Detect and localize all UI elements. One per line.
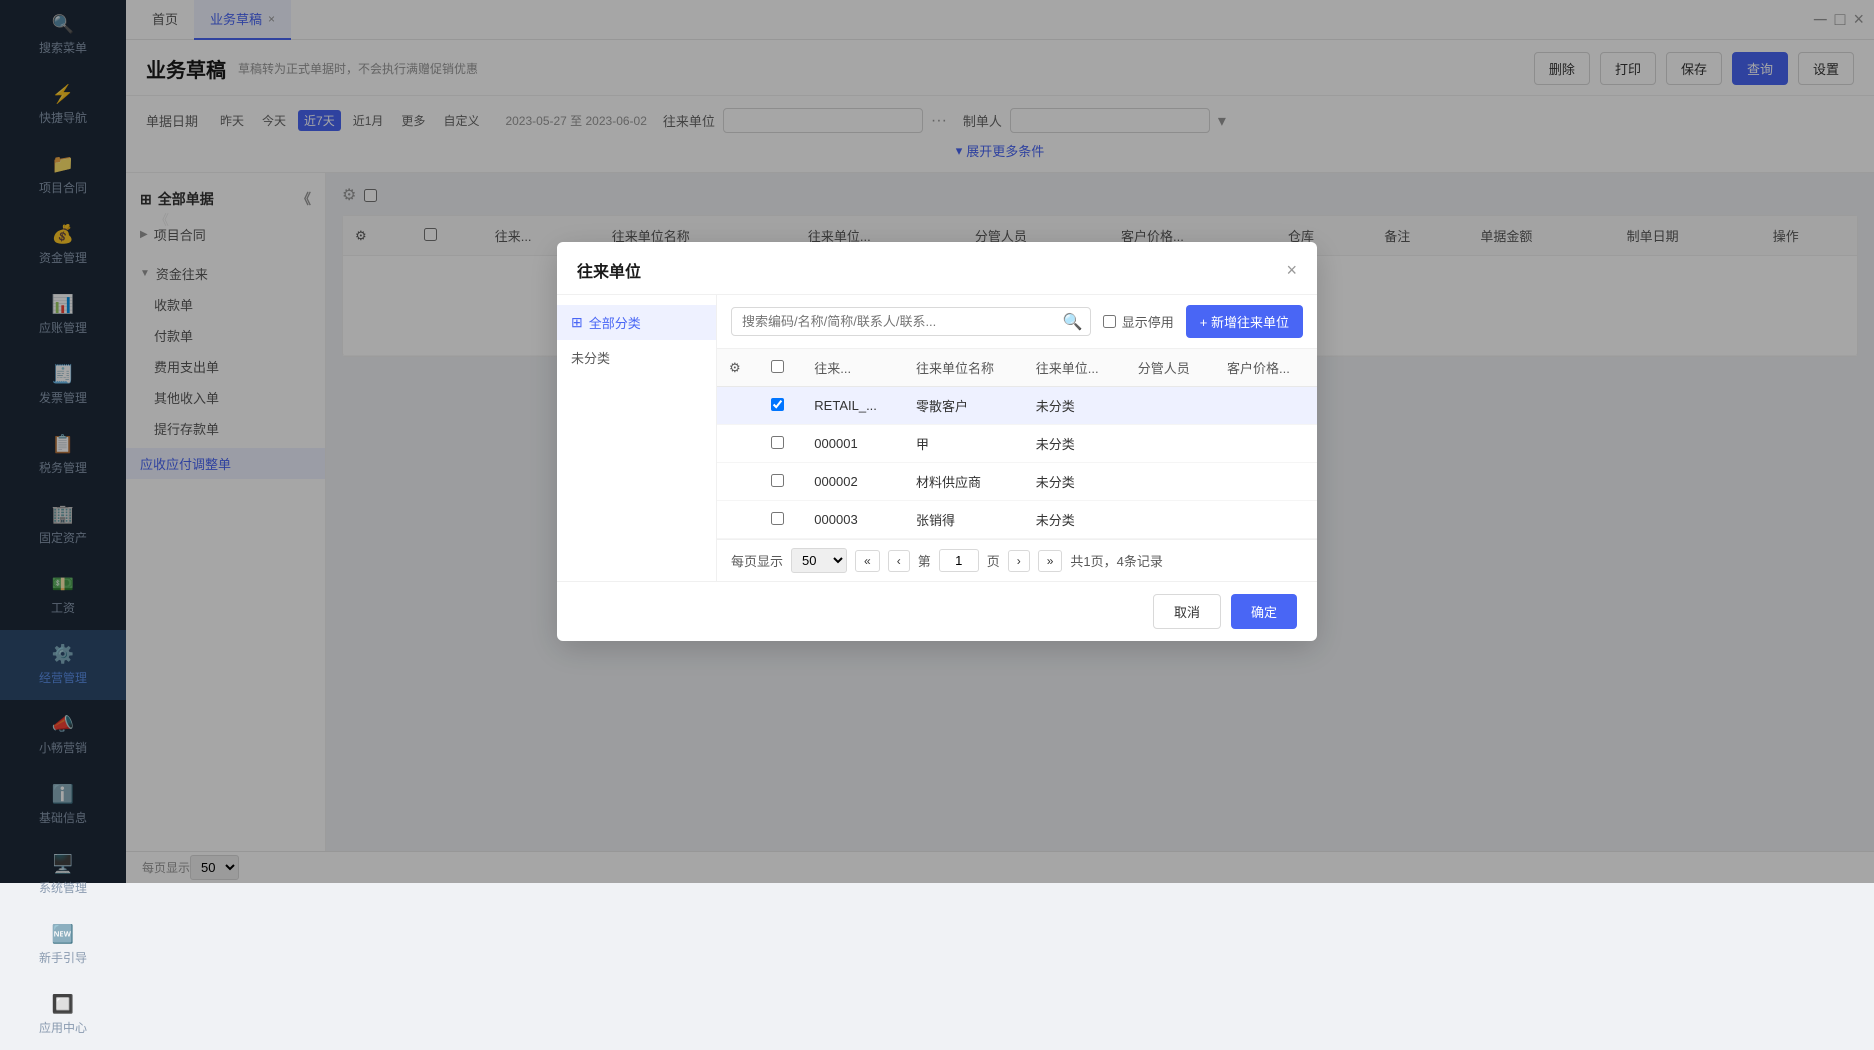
modal-footer-bar: 每页显示 50 100 « ‹ 第 页 › » 共1页，4条记录: [717, 539, 1317, 581]
modal-overlay[interactable]: 往来单位 × ⊞ 全部分类 未分类 《: [0, 0, 1874, 883]
row-name: 甲: [904, 425, 1024, 463]
row-settings: [717, 501, 759, 539]
modal-col-code: 往来...: [802, 349, 904, 387]
page-size-label: 每页显示: [731, 551, 783, 570]
table-row[interactable]: RETAIL_... 零散客户 未分类: [717, 387, 1317, 425]
search-icon[interactable]: 🔍: [1063, 312, 1083, 332]
row-select-checkbox[interactable]: [771, 436, 784, 449]
modal-header: 往来单位 ×: [557, 242, 1317, 295]
sidebar-item-new-guide[interactable]: 🆕 新手引导: [0, 910, 126, 980]
modal-col-checkbox: [759, 349, 802, 387]
modal-col-manager: 分管人员: [1126, 349, 1215, 387]
all-category-label: 全部分类: [589, 313, 641, 332]
sidebar-item-label: 新手引导: [39, 949, 87, 966]
modal-table-wrap: ⚙ 往来... 往来单位名称 往来单位... 分管人员 客户价格...: [717, 349, 1317, 539]
modal-right-panel: 🔍 显示停用 + 新增往来单位 ⚙: [717, 295, 1317, 581]
row-manager: [1126, 463, 1215, 501]
row-settings: [717, 387, 759, 425]
row-select-checkbox[interactable]: [771, 512, 784, 525]
show-disabled-label[interactable]: 显示停用: [1103, 312, 1174, 331]
row-price: [1215, 501, 1317, 539]
modal-col-price: 客户价格...: [1215, 349, 1317, 387]
total-info: 共1页，4条记录: [1070, 551, 1162, 570]
first-page-button[interactable]: «: [855, 550, 880, 572]
table-row[interactable]: 000002 材料供应商 未分类: [717, 463, 1317, 501]
modal-col-category: 往来单位...: [1024, 349, 1126, 387]
row-manager: [1126, 425, 1215, 463]
row-code: RETAIL_...: [802, 387, 904, 425]
row-code: 000001: [802, 425, 904, 463]
last-page-button[interactable]: »: [1038, 550, 1063, 572]
cancel-button[interactable]: 取消: [1153, 594, 1221, 629]
table-row[interactable]: 000001 甲 未分类: [717, 425, 1317, 463]
sidebar-item-label: 应用中心: [39, 1019, 87, 1036]
search-wrap: 🔍: [731, 307, 1091, 336]
row-category: 未分类: [1024, 501, 1126, 539]
modal-category-uncategorized[interactable]: 未分类: [557, 340, 716, 375]
row-settings: [717, 463, 759, 501]
modal-close-button[interactable]: ×: [1286, 261, 1297, 279]
row-select-checkbox[interactable]: [771, 474, 784, 487]
row-settings: [717, 425, 759, 463]
prev-page-button[interactable]: ‹: [888, 550, 910, 572]
row-select-checkbox[interactable]: [771, 398, 784, 411]
modal-body: ⊞ 全部分类 未分类 《 🔍 显示停用: [557, 295, 1317, 581]
party-modal: 往来单位 × ⊞ 全部分类 未分类 《: [557, 242, 1317, 641]
modal-actions: 取消 确定: [557, 581, 1317, 641]
page-word: 第: [918, 551, 931, 570]
row-name: 材料供应商: [904, 463, 1024, 501]
new-party-button[interactable]: + 新增往来单位: [1186, 305, 1303, 338]
row-code: 000002: [802, 463, 904, 501]
row-name: 张销得: [904, 501, 1024, 539]
modal-toolbar: 🔍 显示停用 + 新增往来单位: [717, 295, 1317, 349]
page-number-input[interactable]: [939, 549, 979, 572]
show-disabled-text: 显示停用: [1122, 312, 1174, 331]
row-category: 未分类: [1024, 425, 1126, 463]
row-checkbox: [759, 425, 802, 463]
row-price: [1215, 425, 1317, 463]
page-unit: 页: [987, 551, 1000, 570]
app-center-icon: 🔲: [52, 994, 74, 1015]
modal-category-all[interactable]: ⊞ 全部分类: [557, 305, 716, 340]
grid-icon: ⊞: [571, 314, 583, 331]
row-category: 未分类: [1024, 463, 1126, 501]
row-name: 零散客户: [904, 387, 1024, 425]
row-manager: [1126, 387, 1215, 425]
row-manager: [1126, 501, 1215, 539]
modal-title: 往来单位: [577, 258, 641, 282]
show-disabled-checkbox[interactable]: [1103, 315, 1116, 328]
uncategorized-label: 未分类: [571, 348, 610, 367]
modal-left-panel: ⊞ 全部分类 未分类 《: [557, 295, 717, 581]
row-checkbox: [759, 463, 802, 501]
row-price: [1215, 463, 1317, 501]
row-code: 000003: [802, 501, 904, 539]
row-checkbox: [759, 501, 802, 539]
row-checkbox: [759, 387, 802, 425]
row-category: 未分类: [1024, 387, 1126, 425]
new-guide-icon: 🆕: [52, 924, 74, 945]
modal-col-name: 往来单位名称: [904, 349, 1024, 387]
party-search-input[interactable]: [731, 307, 1091, 336]
table-row[interactable]: 000003 张销得 未分类: [717, 501, 1317, 539]
modal-party-table: ⚙ 往来... 往来单位名称 往来单位... 分管人员 客户价格...: [717, 349, 1317, 539]
modal-header-checkbox[interactable]: [771, 360, 784, 373]
page-size-select[interactable]: 50 100: [791, 548, 847, 573]
row-price: [1215, 387, 1317, 425]
next-page-button[interactable]: ›: [1008, 550, 1030, 572]
confirm-button[interactable]: 确定: [1231, 594, 1297, 629]
modal-col-settings: ⚙: [717, 349, 759, 387]
sidebar-item-app-center[interactable]: 🔲 应用中心: [0, 980, 126, 1050]
